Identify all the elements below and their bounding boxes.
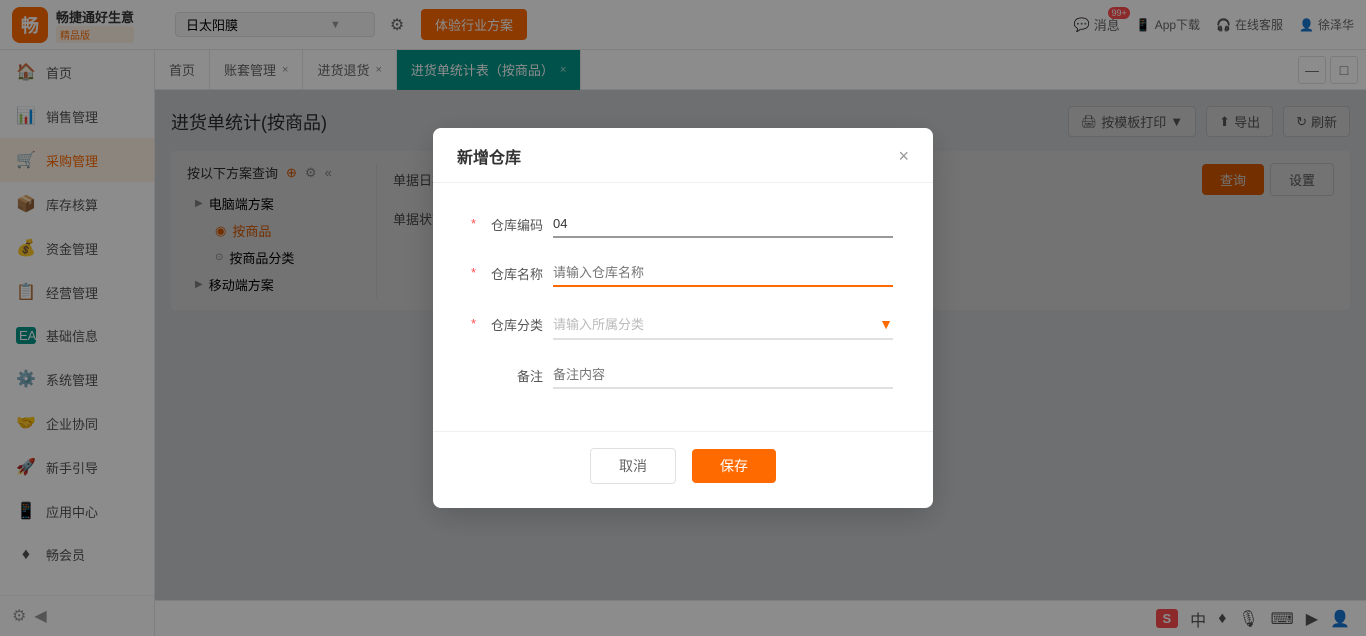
warehouse-name-input[interactable]	[553, 260, 893, 287]
modal-header: 新增仓库 ×	[433, 128, 933, 183]
remark-label: 备注	[473, 366, 553, 385]
warehouse-category-row: 仓库分类 请输入所属分类 ▼	[473, 309, 893, 340]
category-placeholder: 请输入所属分类	[553, 314, 879, 333]
add-warehouse-modal: 新增仓库 × 仓库编码 仓库名称 仓库分类 请输入所属分类 ▼	[433, 128, 933, 508]
cancel-button[interactable]: 取消	[590, 448, 676, 484]
modal-title: 新增仓库	[457, 144, 521, 168]
warehouse-code-label: 仓库编码	[473, 215, 553, 234]
warehouse-category-select-wrap[interactable]: 请输入所属分类 ▼	[553, 309, 893, 340]
save-button[interactable]: 保存	[692, 449, 776, 483]
remark-input[interactable]	[553, 362, 893, 389]
warehouse-name-label: 仓库名称	[473, 264, 553, 283]
modal-overlay: 新增仓库 × 仓库编码 仓库名称 仓库分类 请输入所属分类 ▼	[0, 0, 1366, 636]
modal-footer: 取消 保存	[433, 431, 933, 508]
warehouse-category-label: 仓库分类	[473, 315, 553, 334]
modal-close-button[interactable]: ×	[898, 147, 909, 165]
category-dropdown-icon[interactable]: ▼	[879, 316, 893, 332]
remark-row: 备注	[473, 362, 893, 389]
warehouse-name-row: 仓库名称	[473, 260, 893, 287]
modal-body: 仓库编码 仓库名称 仓库分类 请输入所属分类 ▼ 备注	[433, 183, 933, 431]
warehouse-code-row: 仓库编码	[473, 211, 893, 238]
warehouse-code-input[interactable]	[553, 211, 893, 238]
